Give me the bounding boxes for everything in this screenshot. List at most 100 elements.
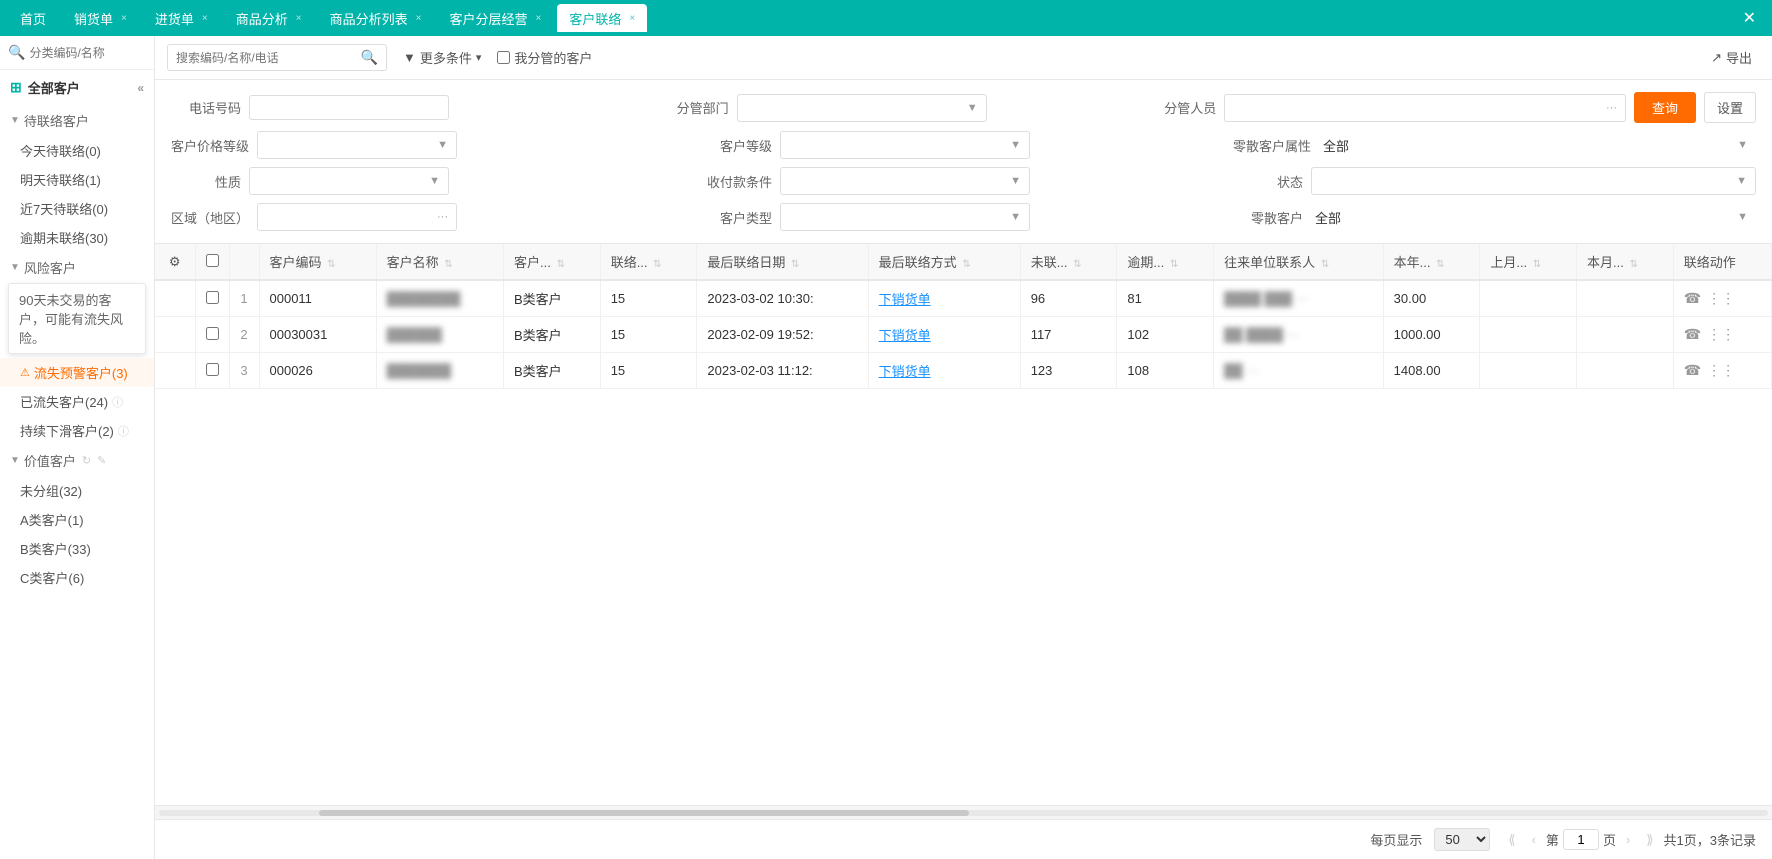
sidebar-item-today[interactable]: 今天待联络(0) xyxy=(0,136,154,165)
nature-label: 性质 xyxy=(171,172,241,191)
column-name[interactable]: 客户名称 ⇅ xyxy=(376,244,503,280)
column-this-year[interactable]: 本年... ⇅ xyxy=(1383,244,1480,280)
column-last-contact-date[interactable]: 最后联络日期 ⇅ xyxy=(697,244,868,280)
row1-index: 1 xyxy=(229,280,259,317)
nature-select[interactable]: ▼ xyxy=(249,167,449,195)
column-unit-contact[interactable]: 往来单位联系人 ⇅ xyxy=(1214,244,1384,280)
sidebar-search-input[interactable] xyxy=(29,46,155,60)
row1-checkbox-cell[interactable] xyxy=(195,280,229,317)
column-uncontacted[interactable]: 未联... ⇅ xyxy=(1020,244,1117,280)
query-button[interactable]: 查询 xyxy=(1634,92,1696,123)
page-input[interactable] xyxy=(1563,829,1599,850)
sidebar-item-class-b[interactable]: B类客户(33) xyxy=(0,534,154,563)
price-grade-select[interactable]: ▼ xyxy=(257,131,457,159)
settings-button[interactable]: 设置 xyxy=(1704,92,1756,123)
search-input[interactable] xyxy=(176,51,355,65)
prev-page-button[interactable]: ‹ xyxy=(1526,830,1542,849)
home-tab[interactable]: 首页 xyxy=(8,9,58,28)
dept-select[interactable]: ▼ xyxy=(737,94,987,122)
tab-purchase-order[interactable]: 进货单 × xyxy=(143,4,220,32)
column-code[interactable]: 客户编码 ⇅ xyxy=(259,244,376,280)
status-select[interactable]: ▼ xyxy=(1311,167,1756,195)
retail-customer-arrow: ▼ xyxy=(1737,211,1748,223)
window-close-button[interactable]: ✕ xyxy=(1735,8,1764,28)
sidebar-item-class-c[interactable]: C类客户(6) xyxy=(0,563,154,592)
grade-select[interactable]: ▼ xyxy=(780,131,1030,159)
row2-last-method[interactable]: 下销货单 xyxy=(868,317,1020,353)
this-month-sort-icon: ⇅ xyxy=(1629,259,1637,270)
close-customer-contact-icon[interactable]: × xyxy=(629,13,635,24)
refresh-icon[interactable]: ↻ xyxy=(82,454,91,467)
row1-last-method[interactable]: 下销货单 xyxy=(868,280,1020,317)
payment-select[interactable]: ▼ xyxy=(780,167,1030,195)
column-this-month[interactable]: 本月... ⇅ xyxy=(1577,244,1674,280)
select-all-checkbox[interactable] xyxy=(206,254,219,267)
my-customer-checkbox-label[interactable]: 我分管的客户 xyxy=(497,48,592,67)
manager-select[interactable]: ··· xyxy=(1224,94,1626,122)
close-customer-segmentation-icon[interactable]: × xyxy=(535,13,541,24)
row1-more-icon[interactable]: ⋮⋮ xyxy=(1707,290,1735,307)
tab-sales-order[interactable]: 销货单 × xyxy=(62,4,139,32)
tab-customer-contact[interactable]: 客户联络 × xyxy=(557,4,647,32)
edit-icon[interactable]: ✎ xyxy=(97,454,106,467)
more-filter-button[interactable]: ▼ 更多条件 ▾ xyxy=(395,44,489,71)
sidebar-item-class-a[interactable]: A类客户(1) xyxy=(0,505,154,534)
region-select[interactable]: ··· xyxy=(257,203,457,231)
column-last-contact-method[interactable]: 最后联络方式 ⇅ xyxy=(868,244,1020,280)
close-sales-order-icon[interactable]: × xyxy=(121,13,127,24)
sidebar-group-value-title[interactable]: ▼ 价值客户 ↻ ✎ xyxy=(0,445,154,476)
row3-checkbox[interactable] xyxy=(206,363,219,376)
sidebar-group-risk-title[interactable]: ▼ 风险客户 xyxy=(0,252,154,283)
last-page-button[interactable]: ⟫ xyxy=(1640,830,1659,850)
sidebar-item-declining[interactable]: 持续下滑客户(2) ⓘ xyxy=(0,416,154,445)
row1-checkbox[interactable] xyxy=(206,291,219,304)
collapse-sidebar-icon[interactable]: « xyxy=(137,81,144,95)
scrollbar-track[interactable] xyxy=(159,810,1768,816)
next-page-button[interactable]: › xyxy=(1620,830,1636,849)
retail-customer-select[interactable]: ▼ xyxy=(1349,203,1756,231)
sidebar-group-pending-title[interactable]: ▼ 待联络客户 xyxy=(0,105,154,136)
column-select-all[interactable] xyxy=(195,244,229,280)
sidebar-item-overdue-uncontacted[interactable]: 逾期未联络(30) xyxy=(0,223,154,252)
column-type[interactable]: 客户... ⇅ xyxy=(504,244,601,280)
retail-attr-label: 零散客户属性 xyxy=(1233,136,1311,155)
row2-checkbox[interactable] xyxy=(206,327,219,340)
filter-cell-nature: 性质 ▼ xyxy=(171,167,694,195)
overdue-sort-icon: ⇅ xyxy=(1170,259,1178,270)
row3-last-method[interactable]: 下销货单 xyxy=(868,353,1020,389)
row2-contact-icon[interactable]: ☎ xyxy=(1684,326,1701,343)
per-page-select[interactable]: 50 100 200 xyxy=(1434,828,1490,851)
close-purchase-order-icon[interactable]: × xyxy=(202,13,208,24)
phone-input[interactable] xyxy=(249,95,449,120)
column-contact[interactable]: 联络... ⇅ xyxy=(600,244,697,280)
scrollbar-thumb[interactable] xyxy=(319,810,969,816)
sidebar-item-tomorrow[interactable]: 明天待联络(1) xyxy=(0,165,154,194)
retail-attr-select[interactable]: ▼ xyxy=(1357,131,1756,159)
first-page-button[interactable]: ⟪ xyxy=(1502,830,1521,850)
customer-type-select[interactable]: ▼ xyxy=(780,203,1030,231)
sidebar-all-customers[interactable]: ⊞ 全部客户 « xyxy=(0,70,154,105)
column-settings[interactable]: ⚙ xyxy=(155,244,195,280)
search-icon[interactable]: 🔍 xyxy=(361,49,378,66)
column-last-month[interactable]: 上月... ⇅ xyxy=(1480,244,1577,280)
row2-checkbox-cell[interactable] xyxy=(195,317,229,353)
tab-customer-segmentation[interactable]: 客户分层经营 × xyxy=(437,4,553,32)
close-product-analysis-icon[interactable]: × xyxy=(296,13,302,24)
row2-more-icon[interactable]: ⋮⋮ xyxy=(1707,326,1735,343)
row3-more-icon[interactable]: ⋮⋮ xyxy=(1707,362,1735,379)
sidebar-item-7days[interactable]: 近7天待联络(0) xyxy=(0,194,154,223)
tab-product-analysis[interactable]: 商品分析 × xyxy=(224,4,314,32)
horizontal-scrollbar[interactable] xyxy=(155,805,1772,819)
my-customer-checkbox[interactable] xyxy=(497,51,510,64)
table-row: 2 00030031 ██████ B类客户 15 2023-02-09 19:… xyxy=(155,317,1772,353)
tab-product-analysis-list[interactable]: 商品分析列表 × xyxy=(318,4,434,32)
row3-contact-icon[interactable]: ☎ xyxy=(1684,362,1701,379)
row1-contact-icon[interactable]: ☎ xyxy=(1684,290,1701,307)
close-product-analysis-list-icon[interactable]: × xyxy=(416,13,422,24)
sidebar-item-churn-warning[interactable]: ⚠ 流失预警客户(3) xyxy=(0,358,154,387)
sidebar-item-unclassified[interactable]: 未分组(32) xyxy=(0,476,154,505)
export-button[interactable]: ↗ 导出 xyxy=(1703,44,1760,71)
row3-checkbox-cell[interactable] xyxy=(195,353,229,389)
column-overdue[interactable]: 逾期... ⇅ xyxy=(1117,244,1214,280)
sidebar-item-churned[interactable]: 已流失客户(24) ⓘ xyxy=(0,387,154,416)
